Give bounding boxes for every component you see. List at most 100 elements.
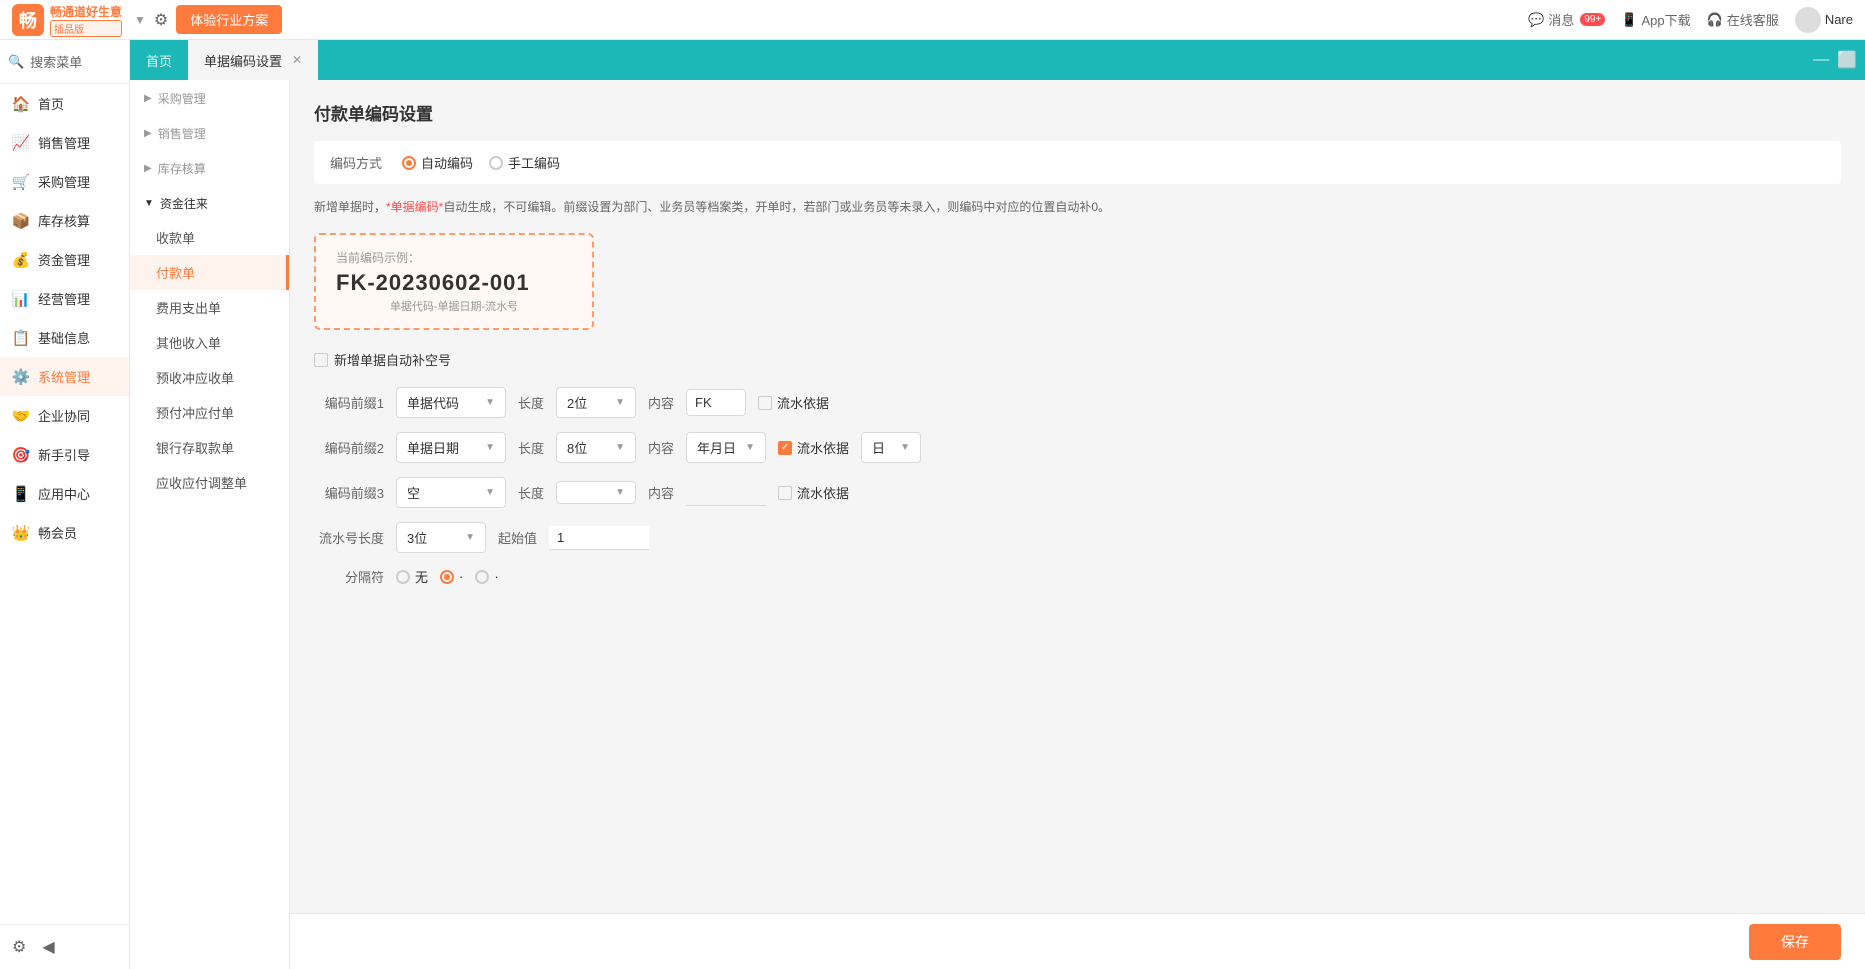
logo-icon: 畅	[12, 4, 44, 36]
sep-dot-radio[interactable]	[440, 570, 454, 584]
app-download-button[interactable]: 📱 App下载	[1621, 10, 1690, 29]
manual-encode-radio[interactable]	[489, 156, 503, 170]
sidebar-item-guide[interactable]: 🎯 新手引导	[0, 435, 129, 474]
manual-encode-option[interactable]: 手工编码	[489, 153, 560, 172]
sidebar-item-enterprise[interactable]: 🤝 企业协同	[0, 396, 129, 435]
sidebar-item-finance[interactable]: 💰 资金管理	[0, 240, 129, 279]
sidebar-item-operations[interactable]: 📊 经营管理	[0, 279, 129, 318]
sidebar-item-inventory[interactable]: 📦 库存核算	[0, 201, 129, 240]
length1-select[interactable]: 2位 ▼	[556, 387, 636, 418]
config-row-2: 编码前缀2 单据日期 ▼ 长度 8位 ▼ 内容 年月日	[314, 432, 1841, 463]
sep-dot2-radio[interactable]	[475, 570, 489, 584]
sidebar-collapse-icon[interactable]: ◀	[38, 933, 58, 961]
sep-dot2[interactable]: ·	[475, 569, 498, 584]
sub-nav-item-expense[interactable]: 费用支出单	[130, 290, 289, 325]
prefix3-select[interactable]: 空 ▼	[396, 477, 506, 508]
user-name: Nare	[1825, 12, 1853, 27]
serial-length-arrow-icon: ▼	[465, 532, 475, 543]
sub-nav-group-funds: ▼ 资金往来 收款单 付款单 费用支出单 其他收入单 预收冲应收单 预付冲应付单…	[130, 185, 289, 500]
sidebar-item-purchase[interactable]: 🛒 采购管理	[0, 162, 129, 201]
sep-none-radio[interactable]	[396, 570, 410, 584]
prefix2-select[interactable]: 单据日期 ▼	[396, 432, 506, 463]
topbar-right: 💬 消息 99+ 📱 App下载 🎧 在线客服 Nare	[1528, 7, 1853, 33]
sep-dot[interactable]: ·	[440, 569, 463, 584]
app-icon: 📱	[1621, 12, 1637, 28]
code-preview-sub: 单据代码-单据日期-流水号	[336, 298, 572, 314]
auto-encode-option[interactable]: 自动编码	[402, 153, 473, 172]
prefix3-label: 编码前缀3	[314, 483, 384, 502]
length3-arrow-icon: ▼	[615, 487, 625, 498]
sidebar-settings-icon[interactable]: ⚙	[8, 933, 30, 961]
length3-select[interactable]: ▼	[556, 481, 636, 504]
length3-label: 长度	[518, 483, 544, 502]
avatar-image	[1795, 7, 1821, 33]
content2-select[interactable]: 年月日 ▼	[686, 432, 766, 463]
start-value-input[interactable]: 1	[549, 526, 649, 550]
sub-nav-item-advance-pay[interactable]: 预付冲应付单	[130, 395, 289, 430]
chevron-down-icon: ▼	[144, 198, 154, 209]
auto-fill-checkbox[interactable]	[314, 353, 328, 367]
sidebar-nav: 🏠 首页 📈 销售管理 🛒 采购管理 📦 库存核算 💰 资金管理 📊 经	[0, 84, 129, 924]
system-icon: ⚙️	[12, 368, 30, 386]
sub-nav-item-advance-recv[interactable]: 预收冲应收单	[130, 360, 289, 395]
sidebar-item-member[interactable]: 👑 畅会员	[0, 513, 129, 552]
unit2-select[interactable]: 日 ▼	[861, 432, 921, 463]
user-avatar[interactable]: Nare	[1795, 7, 1853, 33]
sub-nav-item-adjust[interactable]: 应收应付调整单	[130, 465, 289, 500]
sub-nav-item-bank[interactable]: 银行存取款单	[130, 430, 289, 465]
trial-button[interactable]: 体验行业方案	[176, 5, 282, 34]
sub-nav-group-purchase: ▶ 采购管理	[130, 80, 289, 115]
apps-icon: 📱	[12, 485, 30, 503]
sidebar-item-home[interactable]: 🏠 首页	[0, 84, 129, 123]
serial1-checkbox[interactable]	[758, 396, 772, 410]
serial-length-select[interactable]: 3位 ▼	[396, 522, 486, 553]
prefix1-arrow-icon: ▼	[485, 397, 495, 408]
sidebar: 🔍 搜索菜单 🏠 首页 📈 销售管理 🛒 采购管理 📦 库存核算 💰	[0, 40, 130, 969]
sidebar-item-apps[interactable]: 📱 应用中心	[0, 474, 129, 513]
prefix1-select[interactable]: 单据代码 ▼	[396, 387, 506, 418]
content2-label: 内容	[648, 438, 674, 457]
encoding-method-row: 编码方式 自动编码 手工编码	[314, 141, 1841, 184]
main-container: 🔍 搜索菜单 🏠 首页 📈 销售管理 🛒 采购管理 📦 库存核算 💰	[0, 40, 1865, 969]
ops-icon: 📊	[12, 290, 30, 308]
length2-select[interactable]: 8位 ▼	[556, 432, 636, 463]
maximize-icon[interactable]: ⬜	[1837, 50, 1857, 70]
save-button[interactable]: 保存	[1749, 924, 1841, 960]
sub-nav-sales-title[interactable]: ▶ 销售管理	[130, 115, 289, 150]
content3-label: 内容	[648, 483, 674, 502]
page-title: 付款单编码设置	[314, 100, 1841, 125]
sidebar-item-basics[interactable]: 📋 基础信息	[0, 318, 129, 357]
chevron-right-icon-2: ▶	[144, 128, 152, 139]
sub-nav-item-payment[interactable]: 付款单	[130, 255, 289, 290]
auto-encode-radio[interactable]	[402, 156, 416, 170]
sub-nav-purchase-title[interactable]: ▶ 采购管理	[130, 80, 289, 115]
sidebar-item-sales[interactable]: 📈 销售管理	[0, 123, 129, 162]
length2-arrow-icon: ▼	[615, 442, 625, 453]
sub-nav-group-inventory: ▶ 库存核算	[130, 150, 289, 185]
sub-nav-inventory-title[interactable]: ▶ 库存核算	[130, 150, 289, 185]
sub-nav-funds-title[interactable]: ▼ 资金往来	[130, 185, 289, 220]
basics-icon: 📋	[12, 329, 30, 347]
serial2-checkbox[interactable]: ✓	[778, 441, 792, 455]
sep-none[interactable]: 无	[396, 567, 428, 586]
sub-nav-item-receipt[interactable]: 收款单	[130, 220, 289, 255]
separator-label: 分隔符	[314, 567, 384, 586]
serial1-group: 流水依据	[758, 393, 829, 412]
prefix2-label: 编码前缀2	[314, 438, 384, 457]
search-icon: 🔍	[8, 54, 24, 70]
sidebar-item-system[interactable]: ⚙️ 系统管理	[0, 357, 129, 396]
sub-nav-item-other-income[interactable]: 其他收入单	[130, 325, 289, 360]
tab-close-icon[interactable]: ✕	[292, 53, 302, 67]
settings-icon[interactable]: ⚙	[154, 10, 168, 30]
minimize-icon[interactable]: —	[1813, 51, 1829, 69]
encoding-radio-group: 自动编码 手工编码	[402, 153, 560, 172]
tab-encoding-settings[interactable]: 单据编码设置 ✕	[188, 40, 318, 80]
tab-home[interactable]: 首页	[130, 40, 188, 80]
search-menu-button[interactable]: 🔍 搜索菜单	[8, 48, 121, 75]
serial3-checkbox[interactable]	[778, 486, 792, 500]
company-dropdown[interactable]: ▼	[130, 13, 146, 27]
content3-empty	[686, 480, 766, 506]
message-button[interactable]: 💬 消息 99+	[1528, 10, 1605, 29]
purchase-icon: 🛒	[12, 173, 30, 191]
service-button[interactable]: 🎧 在线客服	[1707, 10, 1779, 29]
